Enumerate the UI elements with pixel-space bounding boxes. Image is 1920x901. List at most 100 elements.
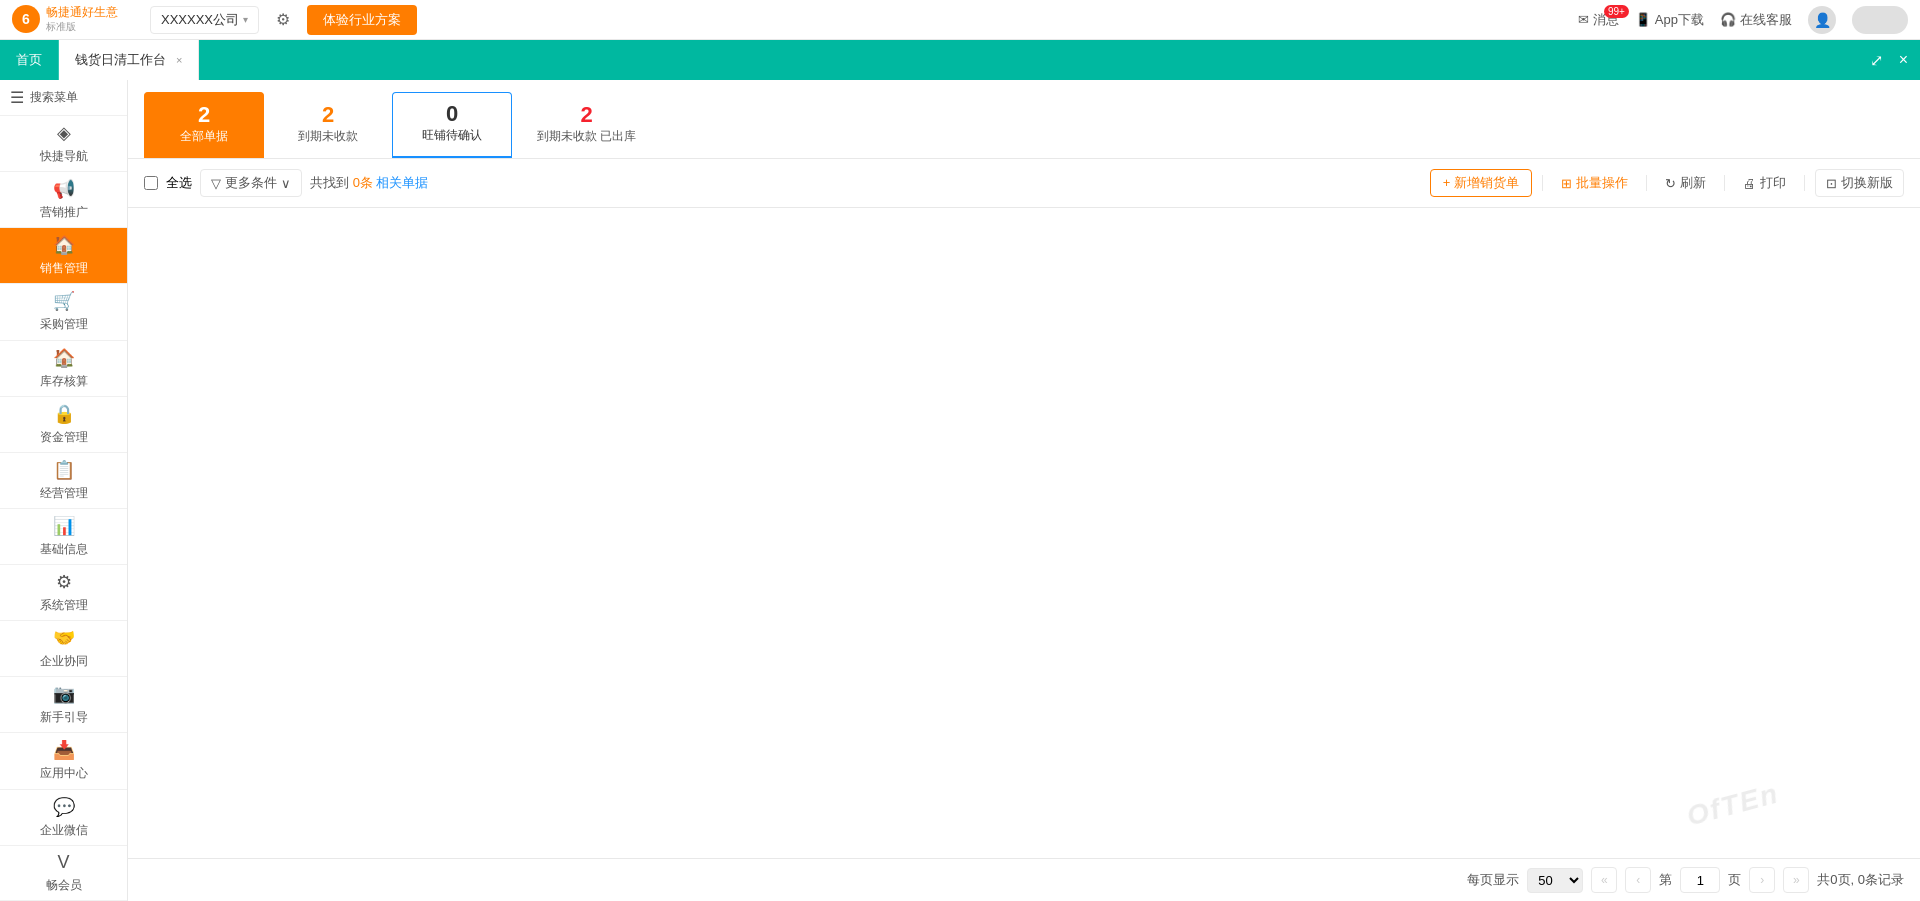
sidebar-item-wechat-label: 企业微信 (40, 822, 88, 839)
logo-area: 6 畅捷通好生意 标准版 (12, 5, 140, 33)
sidebar-item-quick-nav[interactable]: ◈ 快捷导航 (0, 116, 127, 172)
search-menu-icon: ☰ (10, 88, 24, 107)
select-all-checkbox[interactable] (144, 176, 158, 190)
stat-tab-overdue[interactable]: 2 到期未收款 (268, 92, 388, 158)
toolbar: 全选 ▽ 更多条件 ∨ 共找到 0条 相关单据 + 新增销货单 ⊞ 批量操作 (128, 159, 1920, 208)
finance-icon: 🔒 (53, 403, 75, 425)
batch-icon: ⊞ (1561, 176, 1572, 191)
tab-close-window-icon[interactable]: × (1895, 47, 1912, 73)
sidebar-item-purchase[interactable]: 🛒 采购管理 (0, 284, 127, 340)
add-sales-order-button[interactable]: + 新增销货单 (1430, 169, 1532, 197)
tab-bar-actions: ⤢ × (1866, 47, 1920, 74)
page-size-select[interactable]: 10 20 50 100 (1527, 868, 1583, 893)
sidebar: ☰ 搜索菜单 ◈ 快捷导航 📢 营销推广 🏠 销售管理 🛒 采购管理 🏠 库存核… (0, 80, 128, 901)
page-size-label: 每页显示 (1467, 871, 1519, 889)
result-count: 0条 (353, 175, 373, 190)
sidebar-search[interactable]: ☰ 搜索菜单 (0, 80, 127, 116)
sidebar-item-app-center-label: 应用中心 (40, 765, 88, 782)
app-download-label: App下载 (1655, 11, 1704, 29)
stat-pending-num: 0 (446, 101, 458, 127)
sidebar-item-marketing[interactable]: 📢 营销推广 (0, 172, 127, 228)
result-text: 共找到 0条 相关单据 (310, 174, 428, 192)
stat-all-num: 2 (198, 102, 210, 128)
batch-label: 批量操作 (1576, 174, 1628, 192)
switch-icon: ⊡ (1826, 176, 1837, 191)
toolbar-divider2 (1646, 175, 1647, 191)
sidebar-item-member[interactable]: V 畅会员 (0, 846, 127, 901)
message-icon: ✉ (1578, 12, 1589, 27)
stats-tabs: 2 全部单据 2 到期未收款 0 旺铺待确认 2 到期未收款 已出库 (128, 80, 1920, 159)
stat-pending-label: 旺铺待确认 (422, 127, 482, 144)
stat-overdue-label: 到期未收款 (298, 128, 358, 145)
refresh-label: 刷新 (1680, 174, 1706, 192)
prev-page-button[interactable]: ‹ (1625, 867, 1651, 893)
tab-cash-daily[interactable]: 钱货日清工作台 × (59, 40, 199, 80)
stat-tab-overdue-warehouse[interactable]: 2 到期未收款 已出库 (516, 92, 657, 158)
company-selector[interactable]: XXXXXX公司 ▾ (150, 6, 259, 34)
sidebar-item-finance-label: 资金管理 (40, 429, 88, 446)
stat-overdue-warehouse-num: 2 (581, 102, 593, 128)
settings-button[interactable]: ⚙ (269, 6, 297, 34)
marketing-icon: 📢 (53, 178, 75, 200)
sidebar-item-wechat[interactable]: 💬 企业微信 (0, 790, 127, 846)
print-icon: 🖨 (1743, 176, 1756, 191)
sidebar-item-inventory-label: 库存核算 (40, 373, 88, 390)
toolbar-divider3 (1724, 175, 1725, 191)
sidebar-item-base-info[interactable]: 📊 基础信息 (0, 509, 127, 565)
next-page-button[interactable]: › (1749, 867, 1775, 893)
sidebar-item-enterprise-label: 企业协同 (40, 653, 88, 670)
sidebar-item-marketing-label: 营销推广 (40, 204, 88, 221)
avatar[interactable]: 👤 (1808, 6, 1836, 34)
tab-close-icon[interactable]: × (176, 54, 182, 66)
stat-all-label: 全部单据 (180, 128, 228, 145)
select-all-label: 全选 (166, 174, 192, 192)
app-download-icon: 📱 (1635, 12, 1651, 27)
stat-tab-all[interactable]: 2 全部单据 (144, 92, 264, 158)
refresh-icon: ↻ (1665, 176, 1676, 191)
first-page-button[interactable]: « (1591, 867, 1617, 893)
app-download-button[interactable]: 📱 App下载 (1635, 11, 1704, 29)
tab-home[interactable]: 首页 (0, 40, 59, 80)
current-page-input[interactable] (1680, 867, 1720, 893)
filter-chevron-icon: ∨ (281, 176, 291, 191)
avatar-icon: 👤 (1814, 12, 1831, 28)
top-right-area: ✉ 消息 99+ 📱 App下载 🎧 在线客服 👤 (1578, 6, 1908, 34)
sidebar-item-operations[interactable]: 📋 经营管理 (0, 453, 127, 509)
sidebar-item-inventory[interactable]: 🏠 库存核算 (0, 341, 127, 397)
search-menu-label: 搜索菜单 (30, 89, 78, 106)
last-page-button[interactable]: » (1783, 867, 1809, 893)
sidebar-item-system[interactable]: ⚙ 系统管理 (0, 565, 127, 621)
toolbar-divider4 (1804, 175, 1805, 191)
toolbar-left: 全选 ▽ 更多条件 ∨ 共找到 0条 相关单据 (144, 169, 428, 197)
sidebar-item-member-label: 畅会员 (46, 877, 82, 894)
related-link[interactable]: 相关单据 (376, 175, 428, 190)
online-service-button[interactable]: 🎧 在线客服 (1720, 11, 1792, 29)
sidebar-item-app-center[interactable]: 📥 应用中心 (0, 733, 127, 789)
tab-maximize-icon[interactable]: ⤢ (1866, 47, 1887, 74)
guide-icon: 📷 (53, 683, 75, 705)
sidebar-item-sales[interactable]: 🏠 销售管理 (0, 228, 127, 284)
message-button[interactable]: ✉ 消息 99+ (1578, 11, 1619, 29)
batch-operation-button[interactable]: ⊞ 批量操作 (1553, 170, 1636, 196)
sidebar-item-guide[interactable]: 📷 新手引导 (0, 677, 127, 733)
stat-tab-pending[interactable]: 0 旺铺待确认 (392, 92, 512, 158)
sidebar-item-quick-nav-label: 快捷导航 (40, 148, 88, 165)
print-button[interactable]: 🖨 打印 (1735, 170, 1794, 196)
trial-button[interactable]: 体验行业方案 (307, 5, 417, 35)
refresh-button[interactable]: ↻ 刷新 (1657, 170, 1714, 196)
pagination-bar: 每页显示 10 20 50 100 « ‹ 第 页 › » 共0页, 0条记录 (128, 858, 1920, 901)
inventory-icon: 🏠 (53, 347, 75, 369)
main-layout: ☰ 搜索菜单 ◈ 快捷导航 📢 营销推广 🏠 销售管理 🛒 采购管理 🏠 库存核… (0, 80, 1920, 901)
content-area: 2 全部单据 2 到期未收款 0 旺铺待确认 2 到期未收款 已出库 全选 (128, 80, 1920, 901)
filter-button[interactable]: ▽ 更多条件 ∨ (200, 169, 302, 197)
sidebar-item-enterprise[interactable]: 🤝 企业协同 (0, 621, 127, 677)
switch-new-version-button[interactable]: ⊡ 切换新版 (1815, 169, 1904, 197)
total-info: 共0页, 0条记录 (1817, 871, 1904, 889)
filter-label: 更多条件 (225, 174, 277, 192)
sidebar-item-finance[interactable]: 🔒 资金管理 (0, 397, 127, 453)
stat-overdue-num: 2 (322, 102, 334, 128)
stat-overdue-warehouse-label: 到期未收款 已出库 (537, 128, 636, 145)
sales-icon: 🏠 (53, 234, 75, 256)
sidebar-item-purchase-label: 采购管理 (40, 316, 88, 333)
company-name: XXXXXX公司 (161, 11, 239, 29)
